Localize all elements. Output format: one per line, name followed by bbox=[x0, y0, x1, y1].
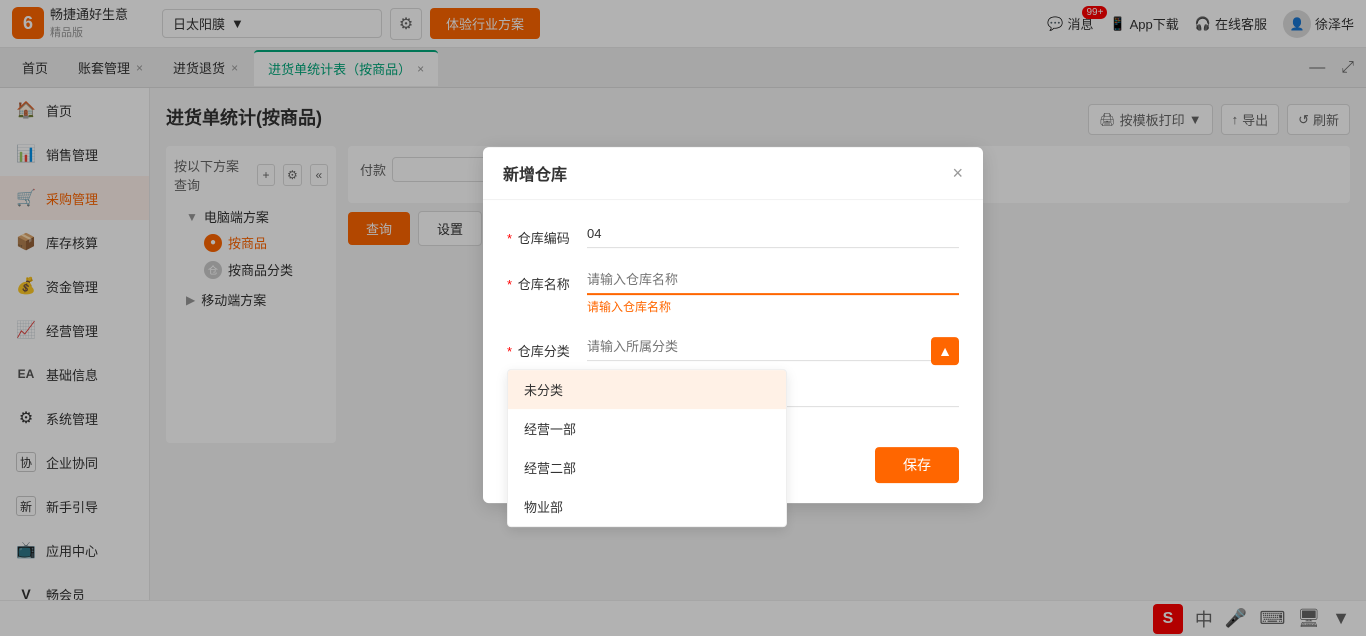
modal-body: * 仓库编码 * 仓库名称 请输入仓库名称 * 仓库分类 bbox=[483, 200, 983, 435]
category-input-wrap: ▲ 未分类 经营一部 经营二部 物业部 bbox=[587, 333, 959, 361]
modal-title: 新增仓库 bbox=[503, 161, 567, 185]
category-form-row: * 仓库分类 ▲ 未分类 经营一部 经营二部 物业部 bbox=[507, 333, 959, 361]
category-required-mark: * bbox=[507, 344, 512, 359]
category-dropdown-button[interactable]: ▲ bbox=[931, 337, 959, 365]
dropdown-item-uncategorized[interactable]: 未分类 bbox=[508, 370, 786, 409]
name-input-wrap: 请输入仓库名称 bbox=[587, 266, 959, 315]
code-input[interactable] bbox=[587, 220, 959, 248]
name-form-row: * 仓库名称 请输入仓库名称 bbox=[507, 266, 959, 315]
save-button[interactable]: 保存 bbox=[875, 447, 959, 483]
code-label: * 仓库编码 bbox=[507, 220, 587, 247]
name-label: * 仓库名称 bbox=[507, 266, 587, 293]
dropdown-item-dept3[interactable]: 物业部 bbox=[508, 487, 786, 526]
code-required-mark: * bbox=[507, 231, 512, 246]
dropdown-item-dept2[interactable]: 经营二部 bbox=[508, 448, 786, 487]
name-required-mark: * bbox=[507, 277, 512, 292]
modal-close-button[interactable]: × bbox=[952, 163, 963, 184]
category-dropdown-list: 未分类 经营一部 经营二部 物业部 bbox=[507, 369, 787, 527]
modal-header: 新增仓库 × bbox=[483, 147, 983, 200]
name-error-message: 请输入仓库名称 bbox=[587, 298, 959, 315]
dropdown-item-dept1[interactable]: 经营一部 bbox=[508, 409, 786, 448]
code-input-wrap bbox=[587, 220, 959, 248]
name-input[interactable] bbox=[587, 266, 959, 295]
category-input[interactable] bbox=[587, 333, 959, 361]
code-form-row: * 仓库编码 bbox=[507, 220, 959, 248]
category-label: * 仓库分类 bbox=[507, 333, 587, 360]
add-warehouse-modal: 新增仓库 × * 仓库编码 * 仓库名称 请输入仓库名称 bbox=[483, 147, 983, 503]
